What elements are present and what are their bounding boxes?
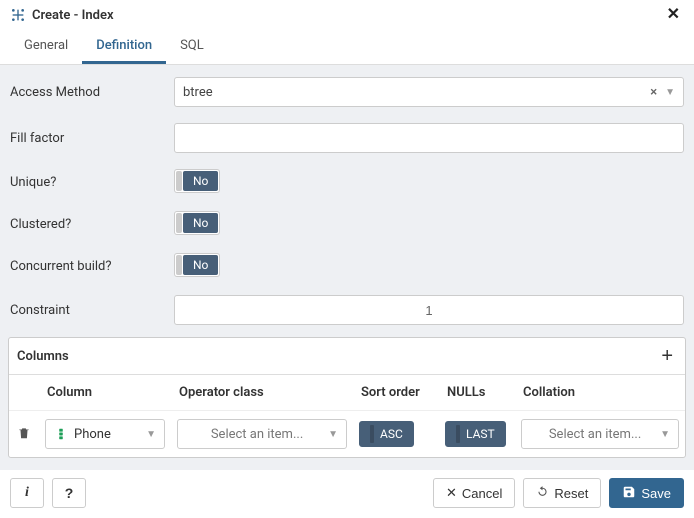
unique-toggle-label: No: [183, 171, 218, 191]
label-access-method: Access Method: [10, 85, 174, 100]
table-row: Phone ▼ Select an item... ▼ ASC: [9, 411, 685, 458]
reset-icon: [536, 485, 549, 501]
access-method-value: btree: [183, 85, 650, 100]
close-icon: ✕: [667, 6, 680, 23]
toggle-handle: [176, 213, 182, 233]
fill-factor-input[interactable]: [174, 123, 684, 153]
access-method-select[interactable]: btree × ▼: [174, 77, 684, 107]
index-icon: [10, 7, 26, 23]
tab-definition[interactable]: Definition: [82, 30, 166, 64]
column-select[interactable]: Phone ▼: [45, 419, 165, 449]
th-opclass: Operator class: [171, 375, 353, 411]
th-collation: Collation: [515, 375, 685, 411]
chevron-down-icon: ▼: [328, 429, 338, 440]
help-button[interactable]: ?: [52, 478, 86, 508]
tab-sql[interactable]: SQL: [166, 30, 218, 64]
clustered-toggle[interactable]: No: [174, 211, 220, 235]
opclass-placeholder: Select an item...: [186, 427, 328, 442]
opclass-select[interactable]: Select an item... ▼: [177, 419, 347, 449]
label-fill-factor: Fill factor: [10, 131, 174, 146]
chevron-down-icon: ▼: [665, 87, 675, 98]
add-column-button[interactable]: +: [657, 346, 677, 366]
toggle-handle: [176, 255, 182, 275]
label-constraint: Constraint: [10, 303, 174, 318]
chevron-down-icon: ▼: [660, 429, 670, 440]
columns-header: Columns: [17, 349, 657, 364]
reset-button[interactable]: Reset: [523, 478, 601, 508]
chevron-down-icon: ▼: [146, 429, 156, 440]
concurrent-toggle[interactable]: No: [174, 253, 220, 277]
collation-select[interactable]: Select an item... ▼: [521, 419, 679, 449]
help-icon: ?: [65, 485, 74, 501]
toggle-handle: [176, 171, 182, 191]
collation-placeholder: Select an item...: [530, 427, 660, 442]
dialog-title: Create - Index: [32, 8, 663, 23]
unique-toggle[interactable]: No: [174, 169, 220, 193]
delete-row-button[interactable]: [15, 424, 33, 445]
cancel-button[interactable]: ✕ Cancel: [433, 478, 515, 508]
th-sort: Sort order: [353, 375, 439, 411]
tab-general[interactable]: General: [10, 30, 82, 64]
save-button[interactable]: Save: [609, 478, 684, 508]
label-concurrent: Concurrent build?: [10, 259, 174, 274]
clustered-toggle-label: No: [183, 213, 218, 233]
constraint-input[interactable]: [174, 295, 684, 325]
plus-icon: +: [661, 345, 673, 367]
trash-icon: [17, 428, 31, 443]
columns-table: Column Operator class Sort order NULLs C…: [9, 375, 685, 457]
info-button[interactable]: i: [10, 478, 44, 508]
column-icon: [54, 427, 68, 441]
concurrent-toggle-label: No: [183, 255, 218, 275]
close-button[interactable]: ✕: [663, 7, 684, 23]
label-unique: Unique?: [10, 175, 174, 190]
nulls-toggle[interactable]: LAST: [445, 421, 506, 447]
th-nulls: NULLs: [439, 375, 515, 411]
info-icon: i: [25, 485, 29, 501]
tabs: General Definition SQL: [0, 30, 694, 65]
clear-icon[interactable]: ×: [650, 85, 657, 100]
label-clustered: Clustered?: [10, 217, 174, 232]
column-value: Phone: [74, 427, 111, 442]
sort-order-toggle[interactable]: ASC: [359, 421, 414, 447]
th-column: Column: [39, 375, 171, 411]
save-icon: [622, 485, 636, 502]
close-icon: ✕: [446, 485, 457, 501]
